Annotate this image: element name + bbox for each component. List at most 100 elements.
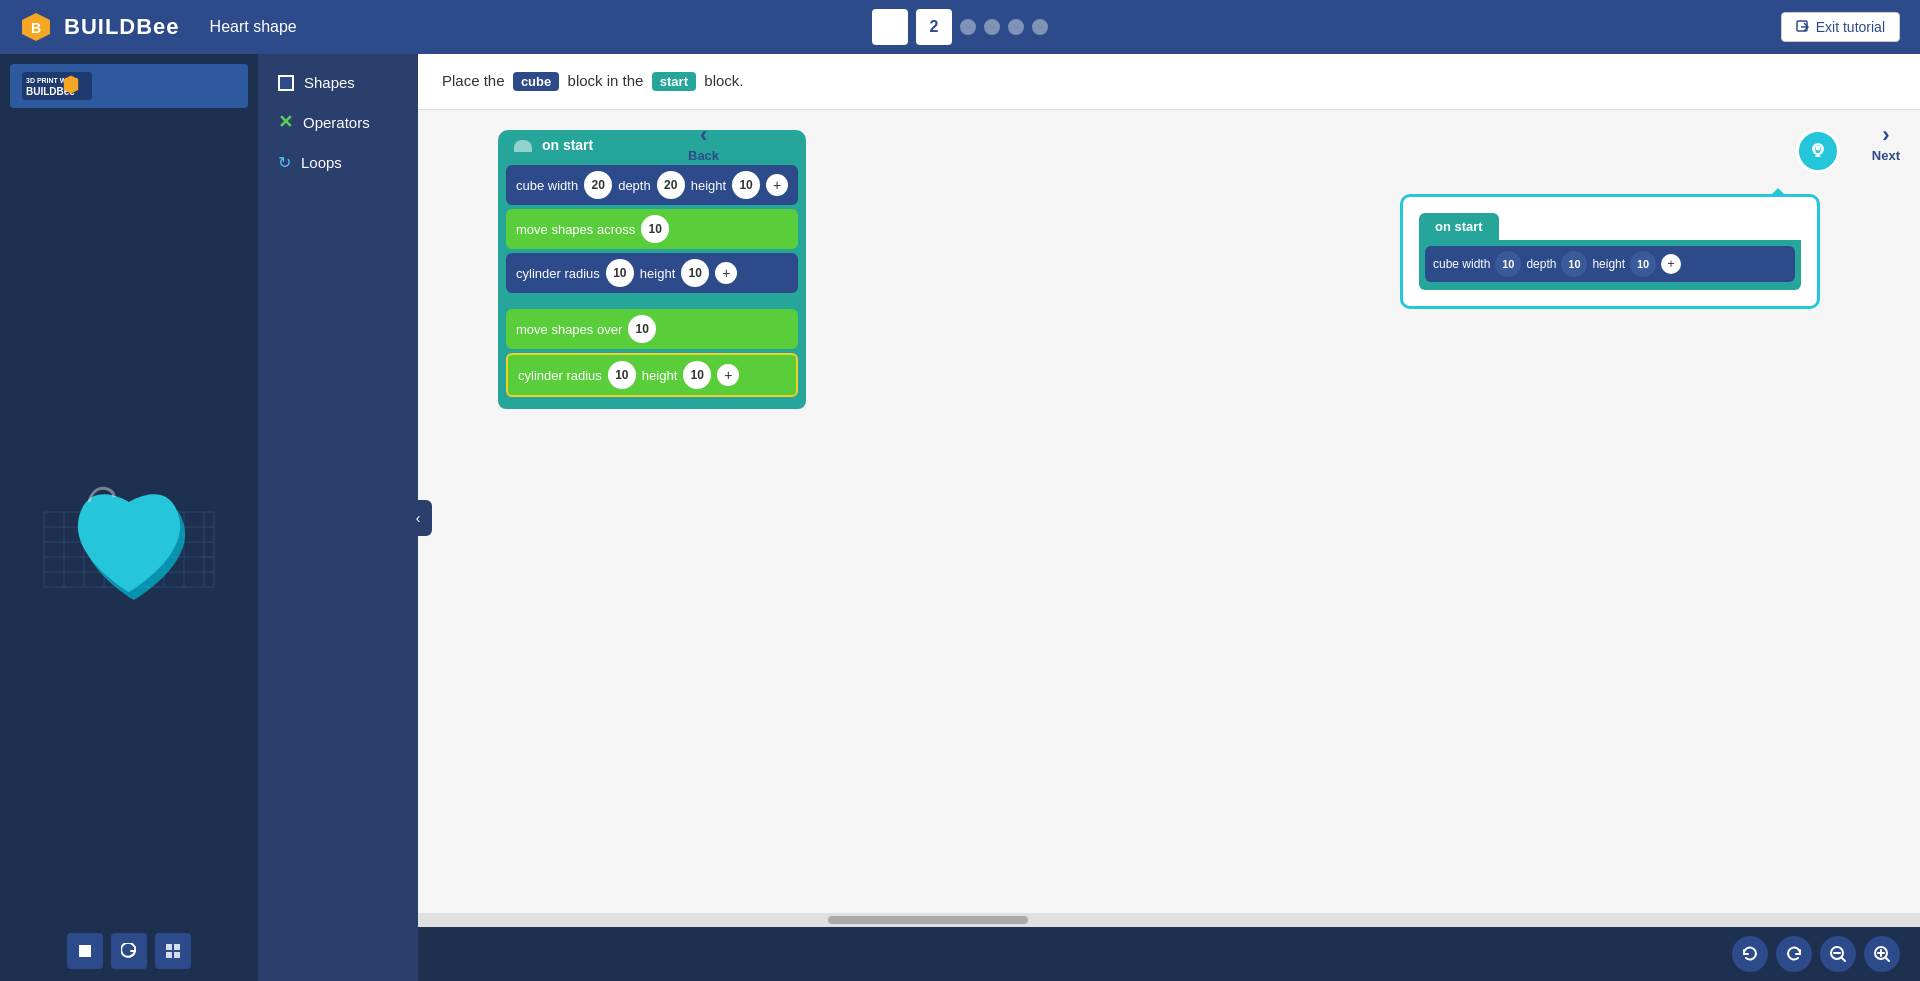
move-over-val: 10 <box>628 315 656 343</box>
svg-rect-29 <box>174 952 180 958</box>
undo-button[interactable] <box>1732 936 1768 972</box>
cylinder-block-2: cylinder radius 10 height 10 + <box>506 353 798 397</box>
redo-button[interactable] <box>1776 936 1812 972</box>
right-panel: Place the cube block in the start block.… <box>418 54 1920 981</box>
grid-icon <box>165 943 181 959</box>
svg-rect-28 <box>166 952 172 958</box>
hint-on-start: on start cube width 10 depth 10 height 1… <box>1419 213 1801 290</box>
hint-val1: 10 <box>1495 251 1521 277</box>
svg-text:B: B <box>31 20 41 36</box>
progress-step-5 <box>1008 19 1024 35</box>
next-label: Next <box>1872 148 1900 163</box>
back-button[interactable]: ‹ Back <box>688 122 719 163</box>
shapes-label: Shapes <box>304 74 355 91</box>
svg-rect-2 <box>882 20 898 31</box>
cube-plus-icon[interactable]: + <box>766 174 788 196</box>
buildbee-small-logo: 3D PRINT WITH BUILDBee <box>22 72 92 100</box>
progress-step-6 <box>1032 19 1048 35</box>
cyl2-val2: 10 <box>683 361 711 389</box>
progress-area: 2 <box>872 9 1048 45</box>
cube-val3: 10 <box>732 171 760 199</box>
scratch-stack: on start cube width 20 depth 20 height 1… <box>498 130 806 409</box>
cyl1-label2: height <box>640 266 675 281</box>
hint-cube-label2: depth <box>1526 257 1556 271</box>
next-button[interactable]: › Next <box>1872 122 1900 163</box>
collapse-button[interactable]: ‹ <box>404 500 432 536</box>
progress-step-icon <box>872 9 908 45</box>
cyl1-val2: 10 <box>681 259 709 287</box>
logo-area: B BUILDBee <box>20 11 180 43</box>
zoom-out-button[interactable] <box>1820 936 1856 972</box>
cyl1-val1: 10 <box>606 259 634 287</box>
move-shapes-block: move shapes across 10 <box>506 209 798 249</box>
next-arrow-icon: › <box>1882 122 1889 148</box>
loops-icon: ↻ <box>278 153 291 172</box>
nav-item-shapes[interactable]: Shapes <box>258 64 418 101</box>
instruction-block-cube: cube <box>513 72 559 91</box>
exit-label: Exit tutorial <box>1816 19 1885 35</box>
zoom-in-button[interactable] <box>1864 936 1900 972</box>
stop-icon <box>78 944 92 958</box>
grid-button[interactable] <box>155 933 191 969</box>
nav-item-loops[interactable]: ↻ Loops <box>258 143 418 182</box>
page-title: Heart shape <box>210 18 297 36</box>
cube-label1: cube width <box>516 178 578 193</box>
move-shapes-over-block: move shapes over 10 <box>506 309 798 349</box>
hint-button[interactable] <box>1796 129 1840 173</box>
main-layout: 3D PRINT WITH BUILDBee <box>0 54 1920 981</box>
svg-rect-3 <box>887 32 893 34</box>
canvas-3d <box>0 118 258 921</box>
stop-button[interactable] <box>67 933 103 969</box>
instruction-text1: Place the <box>442 72 505 89</box>
progress-step-3 <box>960 19 976 35</box>
cube-block: cube width 20 depth 20 height 10 + <box>506 165 798 205</box>
cube-val1: 20 <box>584 171 612 199</box>
operators-label: Operators <box>303 114 370 131</box>
zoom-in-icon <box>1873 945 1891 963</box>
loops-label: Loops <box>301 154 342 171</box>
on-start-label: on start <box>542 137 593 153</box>
scroll-bar-area <box>418 913 1920 927</box>
bottom-controls <box>0 921 258 981</box>
svg-rect-27 <box>174 944 180 950</box>
cube-label3: height <box>691 178 726 193</box>
blocks-nav: Shapes ✕ Operators ↻ Loops <box>258 54 418 192</box>
move-val: 10 <box>641 215 669 243</box>
middle-panel: ‹ Shapes ✕ Operators ↻ Loops <box>258 54 418 981</box>
svg-marker-8 <box>64 76 78 94</box>
svg-rect-25 <box>79 945 91 957</box>
hint-cube-label1: cube width <box>1433 257 1490 271</box>
hint-val3: 10 <box>1630 251 1656 277</box>
scroll-thumb[interactable] <box>828 916 1028 924</box>
svg-line-35 <box>1842 958 1845 961</box>
exit-tutorial-button[interactable]: Exit tutorial <box>1781 12 1900 42</box>
logo-icon: B <box>20 11 52 43</box>
cyl1-label1: cylinder radius <box>516 266 600 281</box>
move-over-label: move shapes over <box>516 322 622 337</box>
step-number: 2 <box>930 18 939 36</box>
back-label: Back <box>688 148 719 163</box>
instruction-text3: block. <box>704 72 743 89</box>
monitor-icon <box>880 17 900 37</box>
hint-val2: 10 <box>1561 251 1587 277</box>
cube-label2: depth <box>618 178 651 193</box>
on-start-block: on start <box>498 130 806 160</box>
svg-point-32 <box>1816 146 1821 151</box>
cyl2-plus-icon[interactable]: + <box>717 364 739 386</box>
cyl1-plus-icon[interactable]: + <box>715 262 737 284</box>
hint-plus-icon[interactable]: + <box>1661 254 1681 274</box>
cyl2-val1: 10 <box>608 361 636 389</box>
3d-canvas-svg <box>24 427 234 612</box>
hint-popup: on start cube width 10 depth 10 height 1… <box>1400 194 1820 309</box>
undo-icon <box>1741 945 1759 963</box>
cylinder-block-1: cylinder radius 10 height 10 + <box>506 253 798 293</box>
instruction-block-start: start <box>652 72 696 91</box>
refresh-button[interactable] <box>111 933 147 969</box>
svg-line-39 <box>1886 958 1889 961</box>
hint-on-start-label: on start <box>1419 213 1499 240</box>
progress-step-2: 2 <box>916 9 952 45</box>
nav-item-operators[interactable]: ✕ Operators <box>258 101 418 143</box>
progress-step-4 <box>984 19 1000 35</box>
back-arrow-icon: ‹ <box>700 122 707 148</box>
buildbee-logo-small: 3D PRINT WITH BUILDBee <box>10 64 248 108</box>
